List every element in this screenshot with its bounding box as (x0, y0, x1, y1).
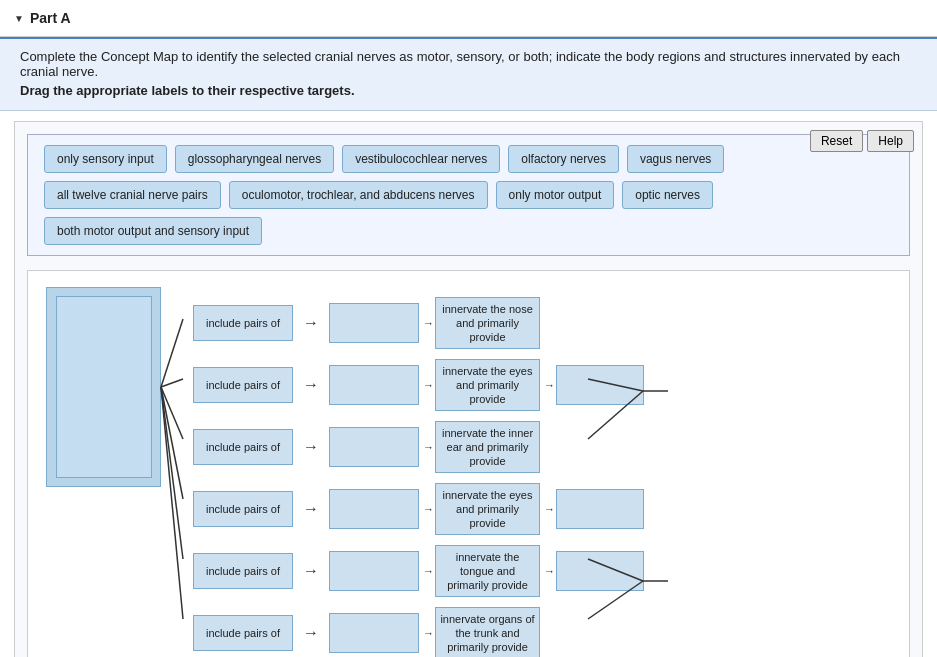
include-label-2: include pairs of (206, 379, 280, 391)
include-label-1: include pairs of (206, 317, 280, 329)
arrow-2b: → (423, 379, 431, 391)
arrow-6: → (297, 624, 325, 642)
include-box-6: include pairs of (193, 615, 293, 651)
label-chip-3[interactable]: olfactory nerves (508, 145, 619, 173)
left-outer-box (46, 287, 161, 487)
result-drop-4[interactable] (556, 489, 644, 529)
left-inner-box (56, 296, 152, 478)
include-box-1: include pairs of (193, 305, 293, 341)
arrow-1: → (297, 314, 325, 332)
instruction-line1: Complete the Concept Map to identify the… (20, 49, 917, 79)
arrow-2: → (297, 376, 325, 394)
label-bank: only sensory input glossopharyngeal nerve… (27, 134, 910, 256)
include-box-5: include pairs of (193, 553, 293, 589)
instruction-line2: Drag the appropriate labels to their res… (20, 83, 917, 98)
rows-area: include pairs of → → innervate the nose … (38, 287, 899, 657)
innervate-5: innervate the tongue and primarily provi… (435, 545, 540, 597)
map-row-5: include pairs of → → innervate the tongu… (193, 545, 899, 597)
include-label-3: include pairs of (206, 441, 280, 453)
top-buttons: Reset Help (810, 130, 914, 152)
label-chip-6[interactable]: oculomotor, trochlear, and abducens nerv… (229, 181, 488, 209)
arrow-1b: → (423, 317, 431, 329)
label-chip-7[interactable]: only motor output (496, 181, 615, 209)
map-row-3: include pairs of → → innervate the inner… (193, 421, 899, 473)
include-box-2: include pairs of (193, 367, 293, 403)
drop-6[interactable] (329, 613, 419, 653)
innervate-3: innervate the inner ear and primarily pr… (435, 421, 540, 473)
label-chip-9[interactable]: both motor output and sensory input (44, 217, 262, 245)
arrow-5b: → (423, 565, 431, 577)
label-chip-0[interactable]: only sensory input (44, 145, 167, 173)
main-area: Reset Help only sensory input glossophary… (14, 121, 923, 657)
drop-2[interactable] (329, 365, 419, 405)
arrow-4: → (297, 500, 325, 518)
drop-4[interactable] (329, 489, 419, 529)
innervate-1: innervate the nose and primarily provide (435, 297, 540, 349)
include-label-6: include pairs of (206, 627, 280, 639)
drop-1[interactable] (329, 303, 419, 343)
innervate-6: innervate organs of the trunk and primar… (435, 607, 540, 657)
innervate-4: innervate the eyes and primarily provide (435, 483, 540, 535)
part-title: Part A (30, 10, 71, 26)
include-label-5: include pairs of (206, 565, 280, 577)
collapse-arrow-icon[interactable]: ▼ (14, 13, 24, 24)
concept-map: include pairs of → → innervate the nose … (27, 270, 910, 657)
arrow-6b: → (423, 627, 431, 639)
arrow-4b: → (423, 503, 431, 515)
left-main-box (46, 287, 161, 487)
map-row-2: include pairs of → → innervate the eyes … (193, 359, 899, 411)
arrow-3b: → (423, 441, 431, 453)
label-chip-1[interactable]: glossopharyngeal nerves (175, 145, 334, 173)
map-row-6: include pairs of → → innervate organs of… (193, 607, 899, 657)
part-header: ▼ Part A (0, 0, 937, 37)
label-chip-8[interactable]: optic nerves (622, 181, 713, 209)
drop-5[interactable] (329, 551, 419, 591)
result-drop-5[interactable] (556, 551, 644, 591)
map-row-1: include pairs of → → innervate the nose … (193, 297, 899, 349)
reset-button[interactable]: Reset (810, 130, 863, 152)
innervate-2: innervate the eyes and primarily provide (435, 359, 540, 411)
arrow-5: → (297, 562, 325, 580)
label-chip-2[interactable]: vestibulocochlear nerves (342, 145, 500, 173)
include-label-4: include pairs of (206, 503, 280, 515)
map-row-4: include pairs of → → innervate the eyes … (193, 483, 899, 535)
label-chip-5[interactable]: all twelve cranial nerve pairs (44, 181, 221, 209)
drop-3[interactable] (329, 427, 419, 467)
label-chip-4[interactable]: vagus nerves (627, 145, 724, 173)
result-drop-2[interactable] (556, 365, 644, 405)
instructions-panel: Complete the Concept Map to identify the… (0, 37, 937, 111)
include-box-4: include pairs of (193, 491, 293, 527)
arrow-3: → (297, 438, 325, 456)
include-box-3: include pairs of (193, 429, 293, 465)
help-button[interactable]: Help (867, 130, 914, 152)
